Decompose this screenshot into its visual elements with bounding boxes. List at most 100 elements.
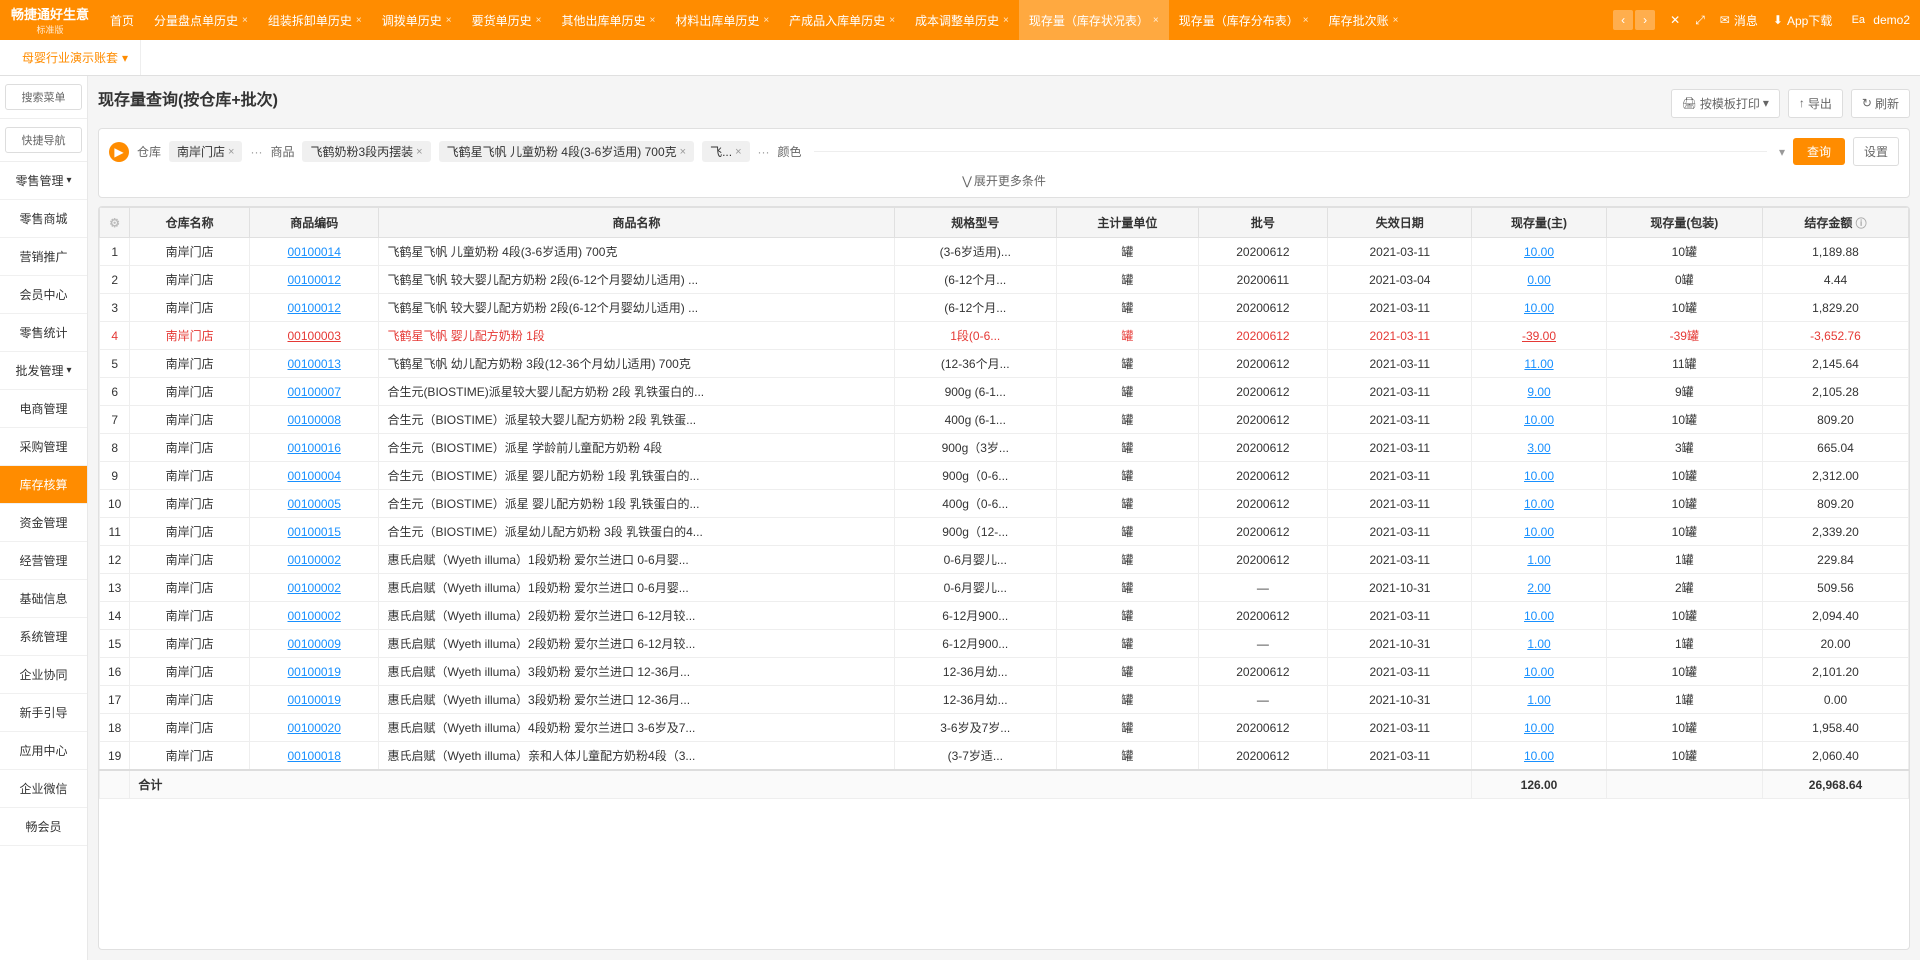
cell-qty-main[interactable]: 10.00	[1472, 742, 1606, 771]
cell-code[interactable]: 00100013	[249, 350, 378, 378]
close-icon[interactable]: ×	[889, 15, 895, 26]
close-icon[interactable]: ×	[649, 15, 655, 26]
print-button[interactable]: 🖨 按模板打印 ▾	[1671, 89, 1780, 118]
cell-code[interactable]: 00100019	[249, 686, 378, 714]
nav-tab-fenpan[interactable]: 分量盘点单历史 ×	[144, 0, 258, 40]
cell-code[interactable]: 00100015	[249, 518, 378, 546]
sidebar-item-app-center[interactable]: 应用中心	[0, 732, 87, 770]
close-icon[interactable]: ×	[446, 15, 452, 26]
cell-qty-main[interactable]: 11.00	[1472, 350, 1606, 378]
nav-tab-xiancun2[interactable]: 现存量（库存分布表） ×	[1169, 0, 1319, 40]
nav-tab-diaopo[interactable]: 调拨单历史 ×	[372, 0, 462, 40]
cell-qty-main[interactable]: 10.00	[1472, 294, 1606, 322]
cell-qty-main[interactable]: 0.00	[1472, 266, 1606, 294]
message-btn[interactable]: ✉ 消息	[1720, 12, 1758, 29]
sidebar-item-retail-mgmt[interactable]: 零售管理 ▾	[0, 162, 87, 200]
close-icon[interactable]: ×	[242, 15, 248, 26]
sidebar-item-guide[interactable]: 新手引导	[0, 694, 87, 732]
sidebar-item-marketing[interactable]: 营销推广	[0, 238, 87, 276]
remove-product2-icon[interactable]: ×	[680, 146, 686, 158]
product-filter-tag-2[interactable]: 飞鹤星飞帆 儿童奶粉 4段(3-6岁适用) 700克 ×	[439, 141, 694, 162]
sidebar-item-member[interactable]: 会员中心	[0, 276, 87, 314]
cell-code[interactable]: 00100009	[249, 630, 378, 658]
cell-qty-main[interactable]: 9.00	[1472, 378, 1606, 406]
remove-product3-icon[interactable]: ×	[735, 146, 741, 158]
cell-qty-main[interactable]: 1.00	[1472, 546, 1606, 574]
cell-code[interactable]: 00100012	[249, 266, 378, 294]
settings-button[interactable]: 设置	[1853, 137, 1899, 166]
cell-qty-main[interactable]: 10.00	[1472, 518, 1606, 546]
nav-tab-kucun[interactable]: 库存批次账 ×	[1319, 0, 1409, 40]
sidebar-item-inventory[interactable]: 库存核算	[0, 466, 87, 504]
nav-tab-chancheng[interactable]: 产成品入库单历史 ×	[779, 0, 905, 40]
close-icon[interactable]: ×	[1303, 15, 1309, 26]
cell-qty-main[interactable]: 1.00	[1472, 686, 1606, 714]
sidebar-item-operations[interactable]: 经营管理	[0, 542, 87, 580]
sidebar-item-retail-stats[interactable]: 零售统计	[0, 314, 87, 352]
sidebar-item-wechat[interactable]: 企业微信	[0, 770, 87, 808]
cell-qty-main[interactable]: 10.00	[1472, 490, 1606, 518]
product-more-icon[interactable]: ···	[758, 145, 770, 159]
nav-right-arrow[interactable]: ›	[1635, 10, 1655, 30]
cell-code[interactable]: 00100002	[249, 546, 378, 574]
cell-code[interactable]: 00100002	[249, 602, 378, 630]
export-button[interactable]: ↑ 导出	[1788, 89, 1843, 118]
user-avatar[interactable]: Ea demo2	[1847, 9, 1910, 31]
cell-qty-main[interactable]: 10.00	[1472, 238, 1606, 266]
close-icon[interactable]: ×	[1153, 15, 1159, 26]
cell-qty-main[interactable]: 10.00	[1472, 462, 1606, 490]
nav-tab-cailiao[interactable]: 材料出库单历史 ×	[665, 0, 779, 40]
cell-code[interactable]: 00100020	[249, 714, 378, 742]
nav-tab-zuzhuang[interactable]: 组装拆卸单历史 ×	[258, 0, 372, 40]
cell-code[interactable]: 00100007	[249, 378, 378, 406]
color-input-area[interactable]	[814, 151, 1767, 152]
cell-code[interactable]: 00100012	[249, 294, 378, 322]
cell-code[interactable]: 00100019	[249, 658, 378, 686]
cell-qty-main[interactable]: 1.00	[1472, 630, 1606, 658]
cell-code[interactable]: 00100002	[249, 574, 378, 602]
sidebar-item-purchase[interactable]: 采购管理	[0, 428, 87, 466]
nav-home[interactable]: 首页	[100, 0, 144, 40]
sidebar-item-member2[interactable]: 畅会员	[0, 808, 87, 846]
sidebar-item-wholesale[interactable]: 批发管理 ▾	[0, 352, 87, 390]
expand-more-conditions[interactable]: ⋁ 展开更多条件	[962, 172, 1046, 189]
remove-product1-icon[interactable]: ×	[416, 146, 422, 158]
cell-qty-main[interactable]: 2.00	[1472, 574, 1606, 602]
refresh-button[interactable]: ↻ 刷新	[1851, 89, 1910, 118]
cell-qty-main[interactable]: 10.00	[1472, 658, 1606, 686]
col-settings[interactable]: ⚙	[100, 208, 130, 238]
product-filter-tag-3[interactable]: 飞... ×	[702, 141, 749, 162]
close-icon[interactable]: ×	[1393, 15, 1399, 26]
close-icon[interactable]: ×	[1003, 15, 1009, 26]
app-download-btn[interactable]: ⬇ App下载	[1773, 12, 1832, 29]
cell-qty-main[interactable]: 10.00	[1472, 406, 1606, 434]
remove-warehouse-icon[interactable]: ×	[228, 146, 234, 158]
cell-qty-main[interactable]: -39.00	[1472, 322, 1606, 350]
cell-qty-main[interactable]: 10.00	[1472, 714, 1606, 742]
nav-tab-yaohuo[interactable]: 要货单历史 ×	[462, 0, 552, 40]
close-tab-btn[interactable]: ✕	[1670, 13, 1680, 27]
cell-code[interactable]: 00100018	[249, 742, 378, 771]
cell-code[interactable]: 00100004	[249, 462, 378, 490]
cell-code[interactable]: 00100016	[249, 434, 378, 462]
cell-code[interactable]: 00100003	[249, 322, 378, 350]
nav-tab-xiancun1[interactable]: 现存量（库存状况表） ×	[1019, 0, 1169, 40]
quick-nav-button[interactable]: 快捷导航	[5, 127, 82, 153]
close-icon[interactable]: ×	[356, 15, 362, 26]
close-icon[interactable]: ×	[536, 15, 542, 26]
search-menu-button[interactable]: 搜索菜单	[5, 84, 82, 110]
color-dropdown-icon[interactable]: ▾	[1779, 145, 1785, 159]
amount-info-icon[interactable]: ⓘ	[1856, 218, 1867, 230]
nav-tab-chenben[interactable]: 成本调整单历史 ×	[905, 0, 1019, 40]
sidebar-item-system[interactable]: 系统管理	[0, 618, 87, 656]
nav-left-arrow[interactable]: ‹	[1613, 10, 1633, 30]
maximize-btn[interactable]: ⤢	[1695, 13, 1705, 28]
nav-tab-qitachuku[interactable]: 其他出库单历史 ×	[551, 0, 665, 40]
cell-code[interactable]: 00100008	[249, 406, 378, 434]
sidebar-item-ecommerce[interactable]: 电商管理	[0, 390, 87, 428]
cell-code[interactable]: 00100014	[249, 238, 378, 266]
sidebar-item-basics[interactable]: 基础信息	[0, 580, 87, 618]
warehouse-filter-tag[interactable]: 南岸门店 ×	[169, 141, 242, 162]
cell-qty-main[interactable]: 3.00	[1472, 434, 1606, 462]
sidebar-item-retail-shop[interactable]: 零售商城	[0, 200, 87, 238]
